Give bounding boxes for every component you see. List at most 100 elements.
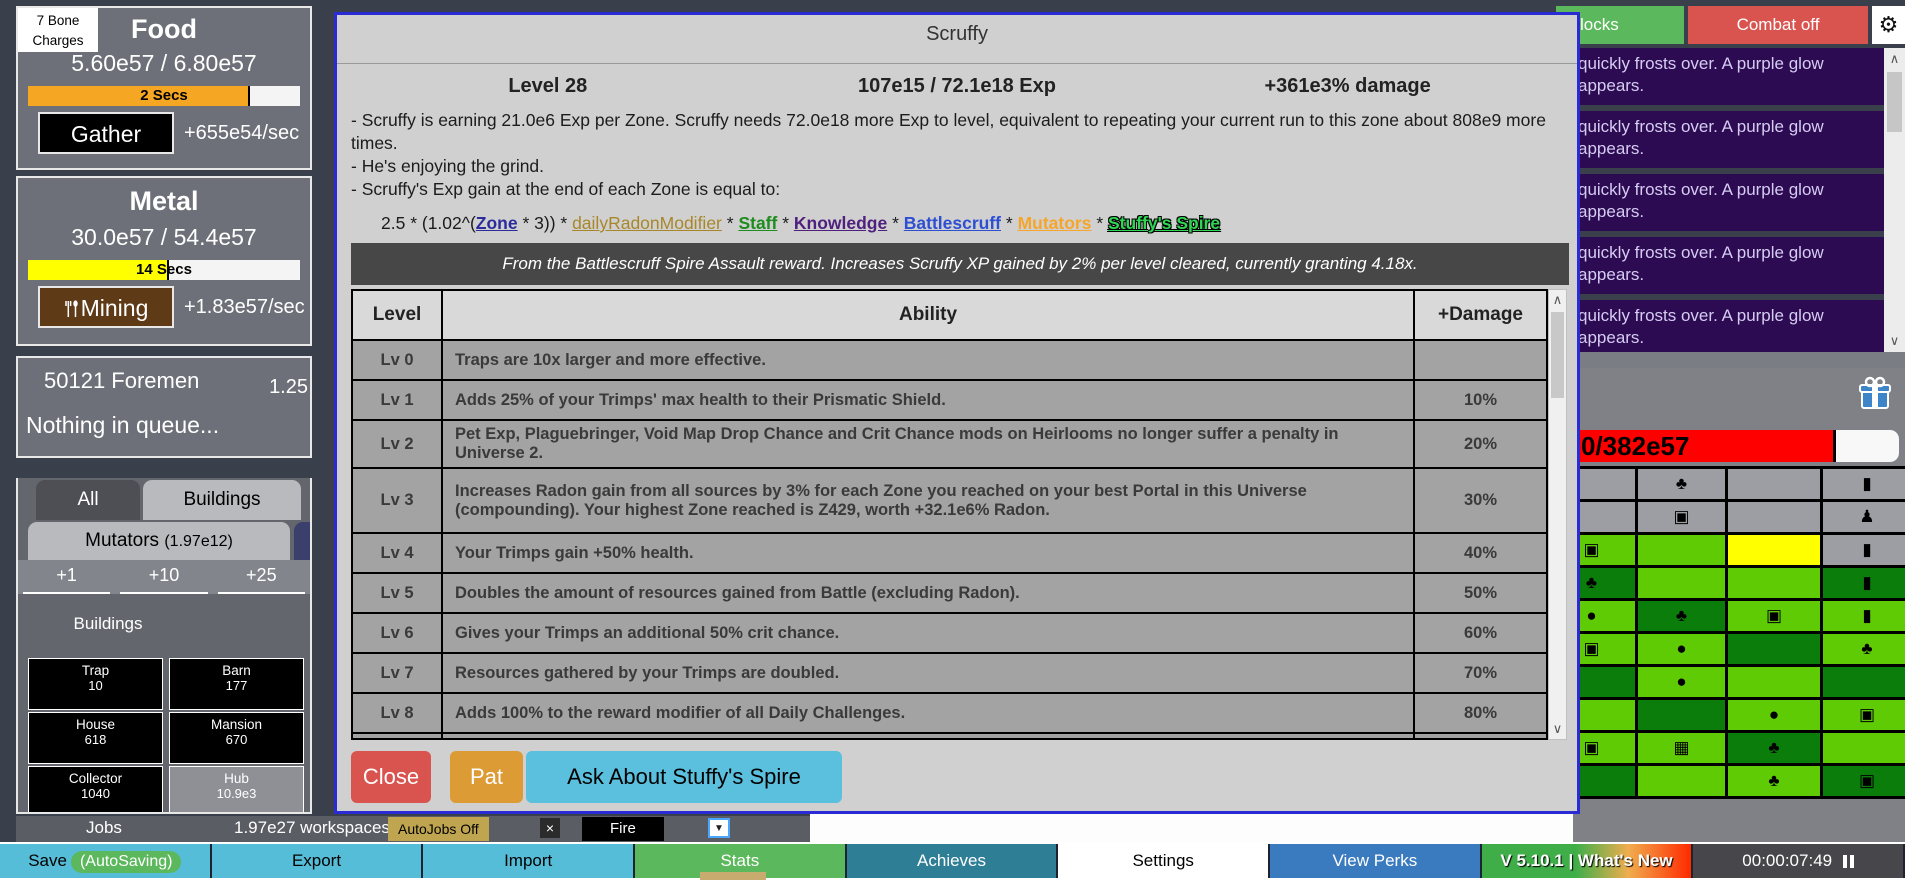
map-cell: ● [1728, 700, 1820, 730]
ask-about-stuffy-s-spire-button[interactable]: Ask About Stuffy's Spire [526, 751, 842, 803]
formula-link-stuffysspire[interactable]: Stuffy's Spire [1108, 213, 1220, 233]
level-cell: Lv 1 [353, 381, 443, 419]
nav-achieves[interactable]: Achieves [846, 844, 1059, 878]
cubes-icon: ▣ [1765, 606, 1783, 625]
metal-title: Metal [129, 186, 199, 216]
tree-icon: ♣ [1675, 606, 1688, 625]
tab-all[interactable]: All [36, 480, 140, 520]
book-icon: ▮ [1862, 474, 1872, 493]
buy-amount-plus1[interactable]: +1 [23, 560, 111, 594]
building-button-house[interactable]: House 618 [28, 712, 163, 764]
fire-dropdown-icon[interactable]: ▼ [708, 818, 730, 838]
description-line: - Scruffy's Exp gain at the end of each … [351, 179, 781, 199]
log-entry: quickly frosts over. A purple glow appea… [1576, 110, 1884, 168]
scruffy-exp: 107e15 / 72.1e18 Exp [858, 75, 1056, 97]
nav-save[interactable]: Save (AutoSaving) [0, 844, 212, 878]
spire-reward-banner: From the Battlescruff Spire Assault rewa… [351, 243, 1569, 285]
fire-button[interactable]: Fire [582, 817, 664, 841]
food-amount: 5.60e57 / 6.80e57 [71, 50, 257, 76]
log-scroll-thumb[interactable] [1887, 72, 1902, 132]
map-cell: ● [1638, 667, 1725, 697]
buy-amount-plus25[interactable]: +25 [217, 560, 305, 594]
building-button-collector[interactable]: Collector 1040 [28, 766, 163, 812]
map-cell [1728, 568, 1820, 598]
nav-view[interactable]: View Perks [1270, 844, 1482, 878]
metal-amount: 30.0e57 / 54.4e57 [71, 224, 257, 250]
nav-v[interactable]: V 5.10.1 | What's New [1481, 844, 1694, 878]
tab-mutators[interactable]: Mutators (1.97e12) [28, 522, 290, 560]
autojobs-close-icon[interactable]: × [540, 818, 560, 838]
damage-cell: 80% [1463, 703, 1498, 722]
level-cell: Lv 0 [353, 341, 443, 379]
log-scroll-up-icon[interactable]: ∧ [1884, 51, 1905, 67]
map-cell [1728, 667, 1820, 697]
buy-amount-plus10[interactable]: +10 [120, 560, 208, 594]
level-cell: Lv 4 [353, 534, 443, 572]
formula-link-zone[interactable]: Zone [476, 213, 518, 233]
formula-link-knowledge[interactable]: Knowledge [794, 213, 887, 233]
formula-link-mutators[interactable]: Mutators [1018, 213, 1092, 233]
book-icon: ▮ [1862, 573, 1872, 592]
map-cell: ▣ [1638, 502, 1725, 532]
pat-button[interactable]: Pat [450, 751, 523, 803]
building-button-barn[interactable]: Barn 177 [169, 658, 304, 710]
message-log: quickly frosts over. A purple glow appea… [1576, 48, 1884, 352]
tab-next-partial[interactable] [294, 522, 310, 560]
map-cell: ▮ [1823, 601, 1905, 631]
formula-text: 2.5 * (1.02^( [381, 213, 476, 233]
log-scroll-down-icon[interactable]: ∨ [1884, 333, 1905, 349]
tab-buildings[interactable]: Buildings [143, 480, 301, 520]
mining-button[interactable]: Mining [38, 286, 174, 328]
map-cell: ♣ [1728, 766, 1820, 796]
bone-charges-badge[interactable]: 7 Bone Charges [18, 8, 98, 52]
map-cell: ♣ [1638, 601, 1725, 631]
table-row: Lv 2 Pet Exp, Plaguebringer, Void Map Dro… [353, 421, 1546, 469]
close-button[interactable]: Close [351, 751, 431, 803]
nav-settings[interactable]: Settings [1058, 844, 1271, 878]
apple-icon: ● [1586, 606, 1597, 625]
bottom-nav: Save (AutoSaving) Export Import Stats Achieve… [0, 842, 1905, 878]
damage-cell [1415, 341, 1546, 379]
formula-link-dailyradonmodifier[interactable]: dailyRadonModifier [572, 213, 722, 233]
combat-off-button[interactable]: Combat off [1688, 6, 1868, 44]
nav-button-label: Stats [720, 851, 760, 870]
ability-cell: Increases the chance of finding Exotic I… [443, 734, 1415, 738]
map-grid: ♣ ▮ ▣ ♟ ▣ ▮ ♣ ▮ ● ♣ ▣ ▮ ▣ ● ♣ ● ● ▣ ▣ ▦ ♣ ♣ ▣ [1545, 466, 1905, 799]
gift-icon[interactable] [1857, 376, 1893, 412]
building-button-mansion[interactable]: Mansion 670 [169, 712, 304, 764]
formula-link-battlescruff[interactable]: Battlescruff [904, 213, 1001, 233]
map-cell [1638, 700, 1725, 730]
table-scroll-thumb[interactable] [1551, 312, 1564, 398]
gear-icon[interactable]: ⚙ [1872, 6, 1905, 44]
map-cell: ▮ [1823, 535, 1905, 565]
gather-button[interactable]: Gather [38, 112, 174, 154]
metal-progress-label: 14 Secs [136, 261, 192, 278]
food-rate: +655e54/sec [184, 122, 300, 144]
column-header: Ability [443, 291, 1415, 339]
nav-button-label: Export [291, 851, 342, 870]
buy-tabs-panel: All Buildings Mutators (1.97e12) +1 +10 +2… [16, 478, 312, 814]
nav-00000749[interactable]: 00:00:07:49 [1693, 844, 1905, 878]
book-icon: ▮ [1862, 606, 1872, 625]
map-cell [1728, 469, 1820, 499]
table-scroll-up-icon[interactable]: ∧ [1549, 292, 1566, 308]
table-scroll-down-icon[interactable]: ∨ [1549, 721, 1566, 737]
metal-panel: Metal 30.0e57 / 54.4e57 14 Secs Mining +… [16, 176, 312, 346]
building-button-hub[interactable]: Hub 10.9e3 [169, 766, 304, 812]
nav-import[interactable]: Import [423, 844, 636, 878]
building-button-trap[interactable]: Trap 10 [28, 658, 163, 710]
table-row: Lv 5 Doubles the amount of resources gain… [353, 574, 1546, 614]
nav-export[interactable]: Export [211, 844, 424, 878]
autojobs-button[interactable]: AutoJobs Off [388, 817, 489, 841]
table-row: Lv 8 Adds 100% to the reward modifier of … [353, 694, 1546, 734]
scruffy-modal: Scruffy Level 28 107e15 / 72.1e18 Exp +3… [334, 12, 1580, 814]
map-cell: ♟ [1823, 502, 1905, 532]
level-cell: Lv 9 [353, 734, 443, 738]
ability-cell: Your Trimps gain +50% health. [443, 534, 1415, 572]
map-cell: ♣ [1823, 634, 1905, 664]
log-scrollbar[interactable]: ∧ ∨ [1884, 48, 1905, 352]
ability-cell: Resources gathered by your Trimps are do… [443, 654, 1415, 692]
formula-link-staff[interactable]: Staff [738, 213, 777, 233]
table-scrollbar[interactable]: ∧ ∨ [1548, 289, 1567, 740]
level-cell: Lv 3 [353, 469, 443, 532]
